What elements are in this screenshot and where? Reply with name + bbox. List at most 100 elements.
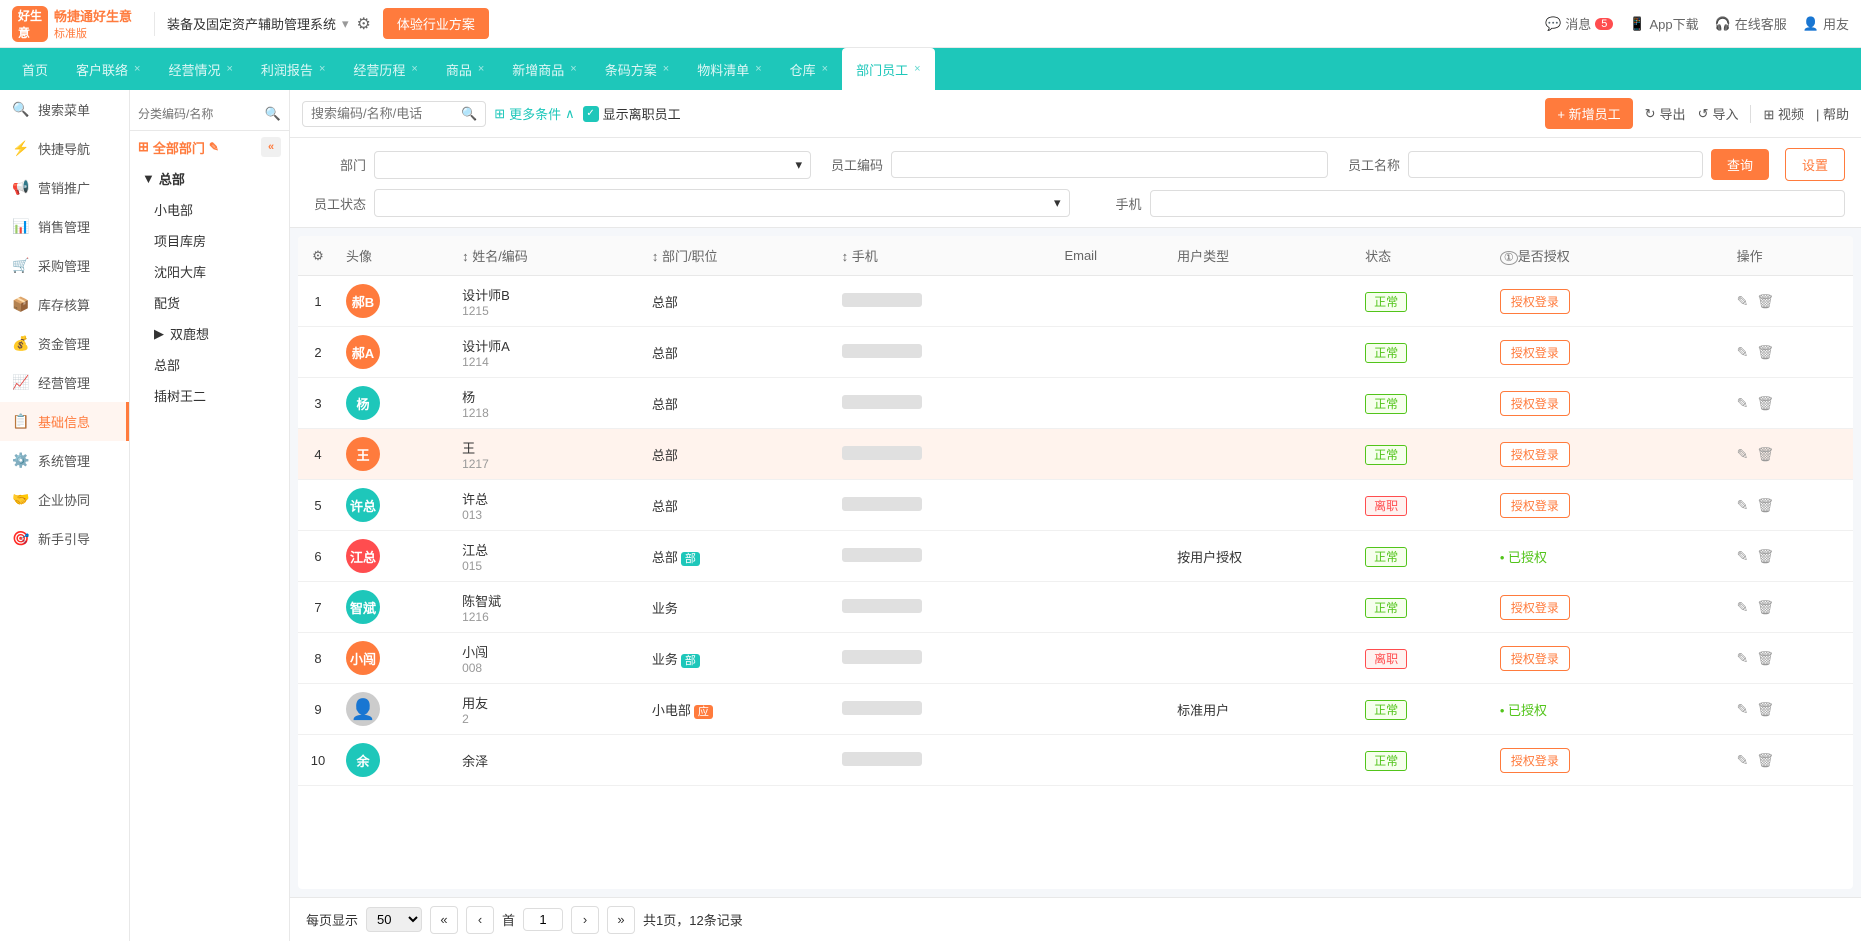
- dept-node-head[interactable]: ▼ 总部: [130, 163, 289, 194]
- col-name[interactable]: ↕ 姓名/编码: [454, 236, 644, 276]
- delete-icon[interactable]: 🗑: [1756, 395, 1774, 412]
- first-page-btn[interactable]: «: [430, 906, 458, 934]
- sidebar-item-ops[interactable]: 📈 经营管理: [0, 363, 129, 402]
- delete-icon[interactable]: 🗑: [1756, 497, 1774, 514]
- sidebar-item-marketing[interactable]: 📢 营销推广: [0, 168, 129, 207]
- delete-icon[interactable]: 🗑: [1756, 548, 1774, 565]
- dept-node-shuanglu[interactable]: ▶ 双鹿想: [130, 318, 289, 349]
- edit-icon[interactable]: ✎: [1737, 650, 1749, 667]
- help-toggle[interactable]: | 帮助: [1816, 104, 1849, 123]
- page-number-input[interactable]: [523, 908, 563, 931]
- next-page-btn[interactable]: ›: [571, 906, 599, 934]
- close-icon[interactable]: ×: [478, 63, 484, 75]
- tab-warehouse[interactable]: 仓库 ×: [776, 48, 842, 90]
- auth-button[interactable]: 授权登录: [1500, 646, 1570, 671]
- delete-icon[interactable]: 🗑: [1756, 293, 1774, 310]
- collapse-btn[interactable]: «: [261, 137, 281, 157]
- sidebar-item-sales[interactable]: 📊 销售管理: [0, 207, 129, 246]
- close-icon[interactable]: ×: [570, 63, 576, 75]
- dept-node-small-elec[interactable]: 小电部: [130, 194, 289, 225]
- sidebar-item-system[interactable]: ⚙️ 系统管理: [0, 441, 129, 480]
- close-icon[interactable]: ×: [134, 63, 140, 75]
- search-icon[interactable]: 🔍: [461, 106, 477, 122]
- edit-icon[interactable]: ✎: [1737, 395, 1749, 412]
- auth-button[interactable]: 授权登录: [1500, 391, 1570, 416]
- gear-icon[interactable]: ⚙: [357, 14, 371, 34]
- page-size-select[interactable]: 50 100: [366, 907, 422, 932]
- close-icon[interactable]: ×: [822, 63, 828, 75]
- auth-button[interactable]: 授权登录: [1500, 442, 1570, 467]
- emp-search-input[interactable]: [311, 106, 461, 121]
- col-dept[interactable]: ↕ 部门/职位: [644, 236, 834, 276]
- filter-code-input[interactable]: [891, 151, 1328, 178]
- sidebar-item-guide[interactable]: 🎯 新手引导: [0, 519, 129, 558]
- dept-search-input[interactable]: [138, 107, 261, 121]
- sidebar-item-finance[interactable]: 💰 资金管理: [0, 324, 129, 363]
- close-icon[interactable]: ×: [663, 63, 669, 75]
- query-button[interactable]: 查询: [1711, 149, 1769, 180]
- auth-button[interactable]: 授权登录: [1500, 340, 1570, 365]
- online-service-action[interactable]: 🎧 在线客服: [1715, 14, 1787, 33]
- edit-icon[interactable]: ✎: [1737, 599, 1749, 616]
- delete-icon[interactable]: 🗑: [1756, 752, 1774, 769]
- close-icon[interactable]: ×: [755, 63, 761, 75]
- delete-icon[interactable]: 🗑: [1756, 344, 1774, 361]
- sidebar-item-search[interactable]: 🔍 搜索菜单: [0, 90, 129, 129]
- edit-icon[interactable]: ✎: [1737, 701, 1749, 718]
- auth-button[interactable]: 授权登录: [1500, 748, 1570, 773]
- close-icon[interactable]: ×: [411, 63, 417, 75]
- close-icon-active[interactable]: ×: [914, 63, 920, 75]
- edit-icon[interactable]: ✎: [1737, 497, 1749, 514]
- tab-bom[interactable]: 物料清单 ×: [683, 48, 775, 90]
- dropdown-arrow-icon[interactable]: ▾: [342, 16, 349, 32]
- tab-barcode[interactable]: 条码方案 ×: [591, 48, 683, 90]
- show-archived-toggle[interactable]: ✓ 显示离职员工: [583, 104, 681, 123]
- tab-home[interactable]: 首页: [8, 48, 62, 90]
- tab-customer[interactable]: 客户联络 ×: [62, 48, 154, 90]
- edit-icon[interactable]: ✎: [1737, 344, 1749, 361]
- delete-icon[interactable]: 🗑: [1756, 446, 1774, 463]
- filter-status-select[interactable]: ▾: [374, 189, 1070, 217]
- filter-name-input[interactable]: [1408, 151, 1703, 178]
- import-button[interactable]: ↺ 导入: [1698, 104, 1739, 123]
- auth-button[interactable]: 授权登录: [1500, 595, 1570, 620]
- edit-icon[interactable]: ✎: [1737, 446, 1749, 463]
- dept-search-icon[interactable]: 🔍: [265, 106, 281, 122]
- delete-icon[interactable]: 🗑: [1756, 701, 1774, 718]
- set-button[interactable]: 设置: [1785, 148, 1845, 181]
- filter-dept-select[interactable]: ▾: [374, 151, 811, 179]
- edit-icon[interactable]: ✎: [1737, 752, 1749, 769]
- export-button[interactable]: ↻ 导出: [1645, 104, 1686, 123]
- auth-button[interactable]: 授权登录: [1500, 493, 1570, 518]
- sidebar-item-nav[interactable]: ⚡ 快捷导航: [0, 129, 129, 168]
- more-filter-btn[interactable]: ⊞ 更多条件 ∧: [494, 104, 574, 123]
- new-emp-button[interactable]: + 新增员工: [1545, 98, 1632, 129]
- tab-history[interactable]: 经营历程 ×: [339, 48, 431, 90]
- last-page-btn[interactable]: »: [607, 906, 635, 934]
- tab-profit[interactable]: 利润报告 ×: [247, 48, 339, 90]
- sidebar-item-basic[interactable]: 📋 基础信息: [0, 402, 129, 441]
- edit-icon[interactable]: ✎: [1737, 293, 1749, 310]
- user-action[interactable]: 👤 用友: [1803, 14, 1849, 33]
- dept-edit-icon[interactable]: ✎: [209, 140, 219, 154]
- edit-icon[interactable]: ✎: [1737, 548, 1749, 565]
- archived-checkbox[interactable]: ✓: [583, 106, 599, 122]
- col-settings[interactable]: ⚙: [298, 236, 338, 276]
- sidebar-item-collab[interactable]: 🤝 企业协同: [0, 480, 129, 519]
- dept-node-chashuwang[interactable]: 插树王二: [130, 380, 289, 411]
- col-phone[interactable]: ↕ 手机: [834, 236, 1057, 276]
- dept-node-project[interactable]: 项目库房: [130, 225, 289, 256]
- close-icon[interactable]: ×: [226, 63, 232, 75]
- prev-page-btn[interactable]: ‹: [466, 906, 494, 934]
- filter-phone-input[interactable]: [1150, 190, 1846, 217]
- tab-operations[interactable]: 经营情况 ×: [154, 48, 246, 90]
- tab-department-active[interactable]: 部门员工 ×: [842, 48, 934, 90]
- dept-node-head2[interactable]: 总部: [130, 349, 289, 380]
- dept-node-peihu[interactable]: 配货: [130, 287, 289, 318]
- dept-node-shenyang[interactable]: 沈阳大库: [130, 256, 289, 287]
- sidebar-item-inventory[interactable]: 📦 库存核算: [0, 285, 129, 324]
- message-action[interactable]: 💬 消息 5: [1545, 14, 1613, 33]
- auth-button[interactable]: 授权登录: [1500, 289, 1570, 314]
- view-toggle[interactable]: ⊞ 视频: [1763, 104, 1804, 123]
- close-icon[interactable]: ×: [319, 63, 325, 75]
